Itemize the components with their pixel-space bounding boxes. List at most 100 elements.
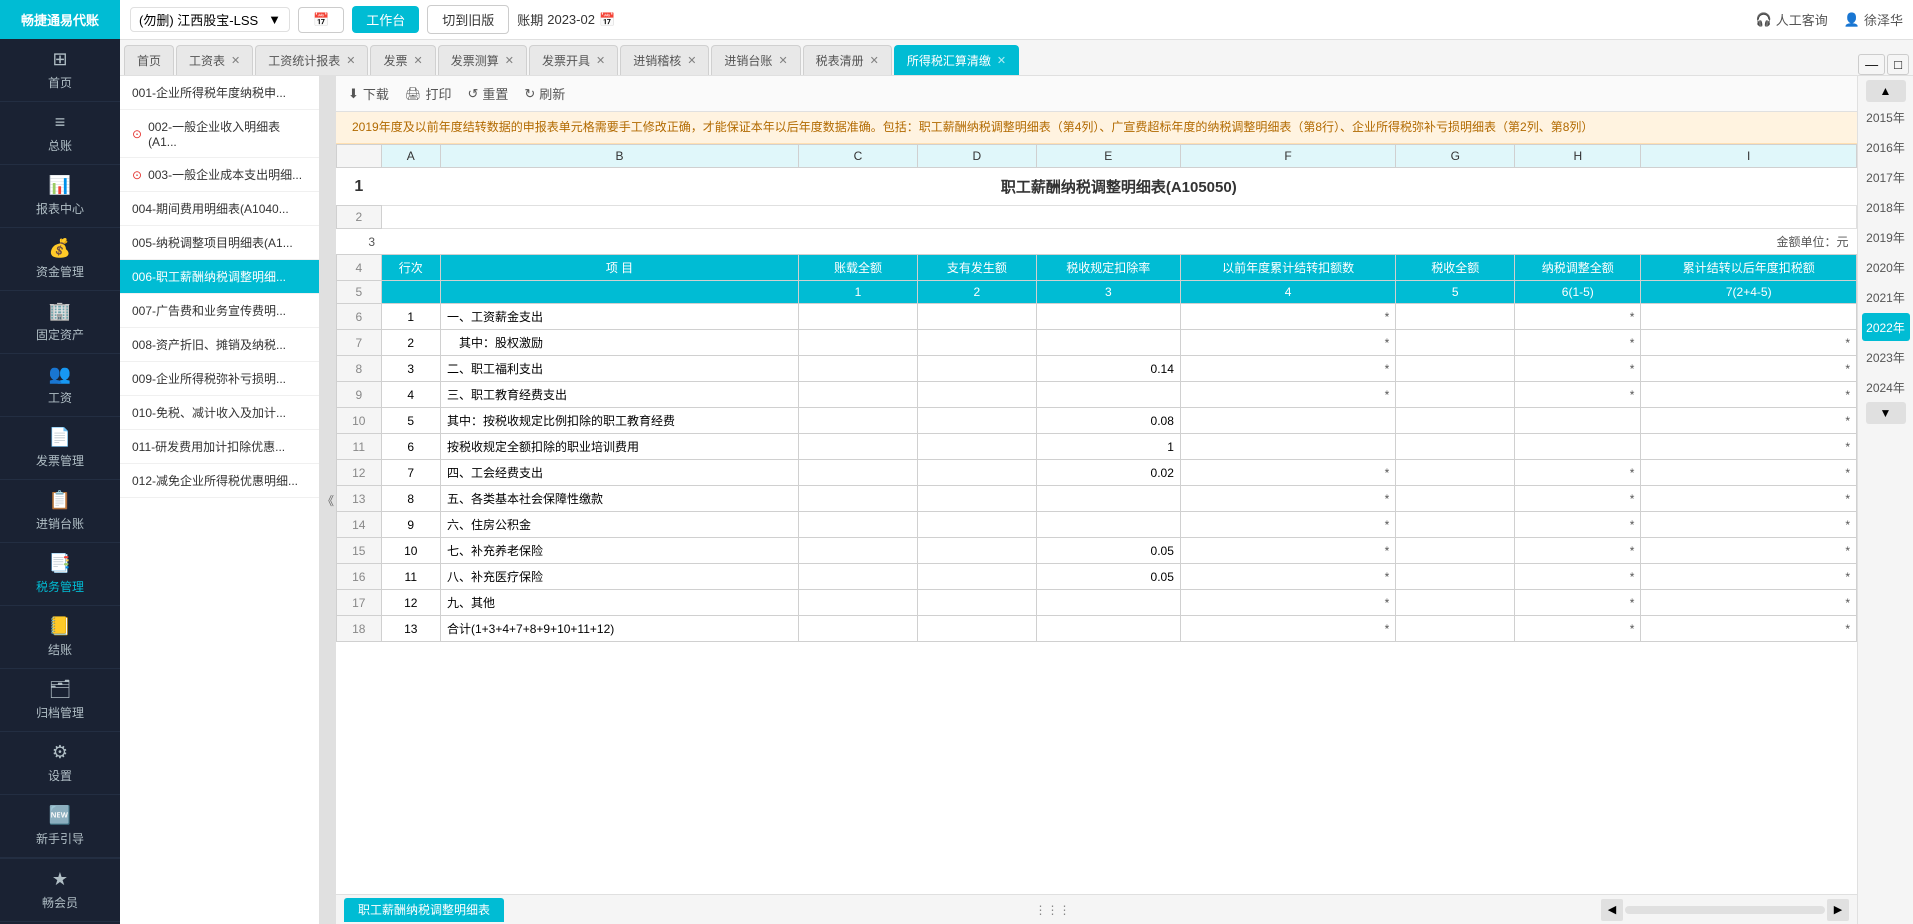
lp-item-008[interactable]: 008-资产折旧、摊销及纳税... (120, 328, 319, 362)
close-tab-invoice-calc[interactable]: ✕ (505, 54, 514, 67)
year-2024[interactable]: 2024年 (1862, 373, 1910, 401)
notice-bar: 2019年度及以前年度结转数据的申报表单元格需要手工修改正确，才能保证本年以后年… (336, 112, 1857, 144)
refresh-icon: ↻ (524, 86, 535, 102)
year-2017[interactable]: 2017年 (1862, 163, 1910, 191)
sidebar-item-purchase[interactable]: 📋 进销台账 (0, 480, 120, 543)
close-tab-payroll[interactable]: ✕ (231, 54, 240, 67)
topbar: (勿删) 江西股宝-LSS ▼ 📅 工作台 切到旧版 账期 2023-02 📅 … (120, 0, 1913, 40)
workspace-button[interactable]: 工作台 (352, 6, 419, 33)
year-2015[interactable]: 2015年 (1862, 103, 1910, 131)
table-row: 15 10 七、补充养老保险 0.05 * * * (337, 538, 1857, 564)
tab-invoice-open[interactable]: 发票开具 ✕ (529, 45, 618, 75)
tab-tax-list[interactable]: 税表清册 ✕ (803, 45, 892, 75)
year-2020[interactable]: 2020年 (1862, 253, 1910, 281)
hr-icon: 👥 (49, 364, 71, 385)
close-tab-inout-audit[interactable]: ✕ (687, 54, 696, 67)
th-c2: 支有发生额 (917, 255, 1036, 281)
company-selector[interactable]: (勿删) 江西股宝-LSS ▼ (130, 7, 290, 32)
close-tab-invoice[interactable]: ✕ (414, 54, 423, 67)
lp-item-001[interactable]: 001-企业所得税年度纳税申... (120, 76, 319, 110)
calendar-button[interactable]: 📅 (298, 7, 344, 33)
reset-button[interactable]: ↺ 重置 (467, 84, 508, 103)
year-2023[interactable]: 2023年 (1862, 343, 1910, 371)
sidebar-item-ledger[interactable]: ≡ 总账 (0, 102, 120, 165)
scroll-left-button[interactable]: ◀ (1601, 899, 1623, 921)
year-2022[interactable]: 2022年 (1862, 313, 1910, 341)
sidebar-item-label: 归档管理 (36, 704, 84, 721)
switch-old-button[interactable]: 切到旧版 (427, 5, 509, 34)
table-title-row: 1 职工薪酬纳税调整明细表(A105050) (337, 168, 1857, 206)
sidebar-item-report[interactable]: 📊 报表中心 (0, 165, 120, 228)
sheet-tab-payroll[interactable]: 职工薪酬纳税调整明细表 (344, 898, 504, 922)
year-scroll-down-button[interactable]: ▼ (1866, 402, 1906, 424)
sidebar-item-tax[interactable]: 📑 税务管理 (0, 543, 120, 606)
table-row: 9 4 三、职工教育经费支出 * * * (337, 382, 1857, 408)
sidebar-item-archive[interactable]: 🗂 归档管理 (0, 669, 120, 732)
close-tab-payroll-stat[interactable]: ✕ (346, 54, 355, 67)
lp-item-011[interactable]: 011-研发费用加计扣除优惠... (120, 430, 319, 464)
year-2018[interactable]: 2018年 (1862, 193, 1910, 221)
sidebar-item-close[interactable]: 📒 结账 (0, 606, 120, 669)
print-button[interactable]: 🖨 打印 (405, 84, 452, 103)
lp-item-009[interactable]: 009-企业所得税弥补亏损明... (120, 362, 319, 396)
period-value: 2023-02 (547, 12, 595, 27)
lp-item-004[interactable]: 004-期间费用明细表(A1040... (120, 192, 319, 226)
tab-payroll[interactable]: 工资表 ✕ (176, 45, 253, 75)
tab-income-tax[interactable]: 所得税汇算清缴 ✕ (894, 45, 1019, 75)
print-icon: 🖨 (405, 86, 422, 102)
year-2021[interactable]: 2021年 (1862, 283, 1910, 311)
close-tab-inout-ledger[interactable]: ✕ (778, 54, 787, 67)
col-a: A (381, 145, 440, 168)
content-area: 001-企业所得税年度纳税申... ⊙ 002-一般企业收入明细表(A1... … (120, 76, 1913, 924)
maximize-button[interactable]: □ (1887, 54, 1909, 75)
lp-item-003[interactable]: ⊙ 003-一般企业成本支出明细... (120, 158, 319, 192)
sidebar-item-label: 新手引导 (36, 830, 84, 847)
sidebar: 畅捷通易代账 ⊞ 首页 ≡ 总账 📊 报表中心 💰 资金管理 🏢 固定资产 👥 … (0, 0, 120, 924)
chevron-down-icon: ▼ (268, 12, 281, 27)
sidebar-item-fund[interactable]: 💰 资金管理 (0, 228, 120, 291)
tab-home[interactable]: 首页 (124, 45, 174, 75)
tab-inout-ledger[interactable]: 进销台账 ✕ (711, 45, 800, 75)
sidebar-item-label: 发票管理 (36, 452, 84, 469)
close-tab-invoice-open[interactable]: ✕ (596, 54, 605, 67)
sheet-content[interactable]: A B C D E F G H I (336, 144, 1857, 894)
sidebar-item-home[interactable]: ⊞ 首页 (0, 39, 120, 102)
sheet-options-icon[interactable]: ⋮⋮⋮ (1035, 903, 1071, 917)
sidebar-item-invoice[interactable]: 📄 发票管理 (0, 417, 120, 480)
close-tab-tax-list[interactable]: ✕ (870, 54, 879, 67)
sidebar-item-hr[interactable]: 👥 工资 (0, 354, 120, 417)
year-2016[interactable]: 2016年 (1862, 133, 1910, 161)
sidebar-item-asset[interactable]: 🏢 固定资产 (0, 291, 120, 354)
table-row: 12 7 四、工会经费支出 0.02 * * * (337, 460, 1857, 486)
tab-payroll-stat[interactable]: 工资统计报表 ✕ (255, 45, 368, 75)
lp-item-006[interactable]: 006-职工薪酬纳税调整明细... (120, 260, 319, 294)
lp-item-010[interactable]: 010-免税、减计收入及加计... (120, 396, 319, 430)
lp-item-005[interactable]: 005-纳税调整项目明细表(A1... (120, 226, 319, 260)
download-button[interactable]: ⬇ 下载 (348, 84, 389, 103)
tab-invoice-calc[interactable]: 发票测算 ✕ (438, 45, 527, 75)
download-icon: ⬇ (348, 86, 359, 102)
col-d: D (917, 145, 1036, 168)
th-item: 项 目 (440, 255, 798, 281)
table-row-total: 18 13 合计(1+3+4+7+8+9+10+11+12) * * * (337, 616, 1857, 642)
customer-service-link[interactable]: 🎧 人工客询 (1756, 10, 1828, 29)
scroll-right-button[interactable]: ▶ (1827, 899, 1849, 921)
close-tab-income-tax[interactable]: ✕ (997, 54, 1006, 67)
year-scroll-up-button[interactable]: ▲ (1866, 80, 1906, 102)
sidebar-item-guide[interactable]: 🆕 新手引导 (0, 795, 120, 858)
sheet-scroll-controls: ◀ ▶ (1601, 899, 1849, 921)
lp-item-007[interactable]: 007-广告费和业务宣传费明... (120, 294, 319, 328)
year-2019[interactable]: 2019年 (1862, 223, 1910, 251)
refresh-button[interactable]: ↻ 刷新 (524, 84, 565, 103)
user-menu[interactable]: 👤 徐泽华 (1844, 10, 1903, 29)
lp-item-012[interactable]: 012-减免企业所得税优惠明细... (120, 464, 319, 498)
sidebar-item-vip[interactable]: ★ 畅会员 (0, 858, 120, 922)
sidebar-item-label: 工资 (48, 389, 72, 406)
sheet-toolbar: ⬇ 下载 🖨 打印 ↺ 重置 ↻ 刷新 (336, 76, 1857, 112)
sidebar-item-settings[interactable]: ⚙ 设置 (0, 732, 120, 795)
tab-inout-audit[interactable]: 进销稽核 ✕ (620, 45, 709, 75)
minimize-button[interactable]: — (1858, 54, 1885, 75)
collapse-panel-button[interactable]: 《 (320, 76, 336, 924)
lp-item-002[interactable]: ⊙ 002-一般企业收入明细表(A1... (120, 110, 319, 158)
tab-invoice[interactable]: 发票 ✕ (370, 45, 435, 75)
